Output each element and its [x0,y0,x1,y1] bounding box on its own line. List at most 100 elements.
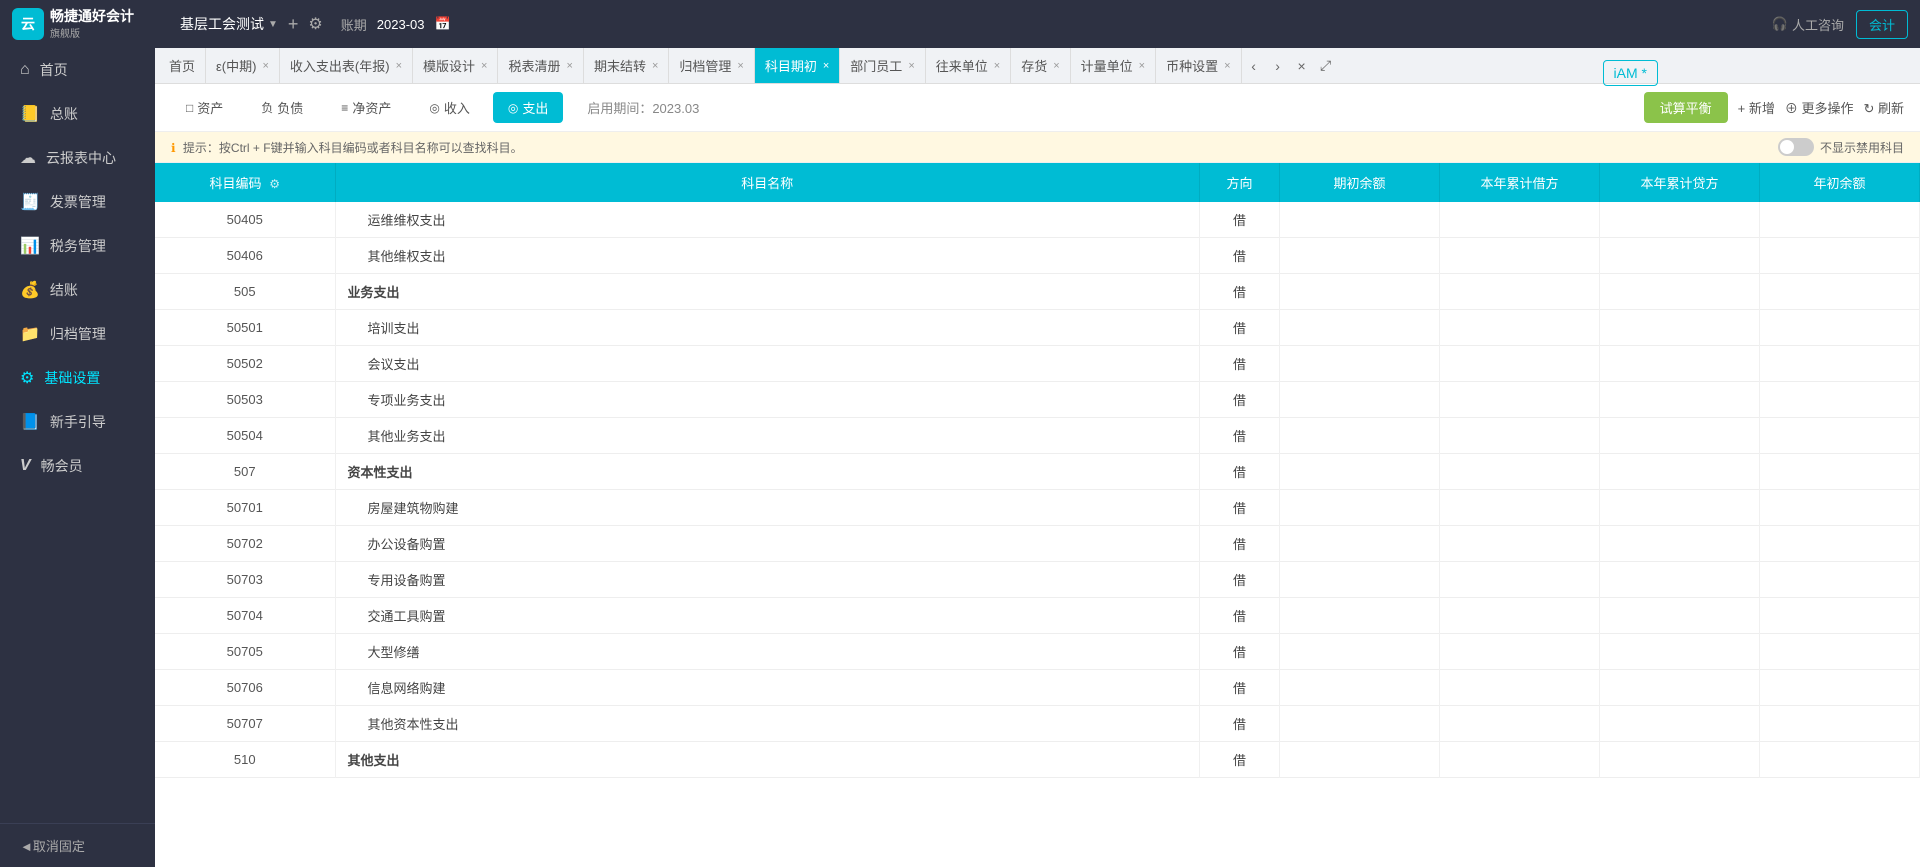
add-button[interactable]: + 新增 [1738,98,1775,117]
sidebar-item-basic-settings[interactable]: ⚙ 基础设置 [0,356,155,400]
table-row[interactable]: 505 业务支出 借 [155,274,1920,310]
tab-period-end[interactable]: 期末结转 × [584,48,669,84]
iam-badge: iAM * [1603,60,1658,86]
cell-opening-balance [1280,634,1440,670]
cell-direction: 借 [1200,562,1280,598]
filter-tab-liability[interactable]: 负 负债 [246,92,318,123]
close-icon[interactable]: × [652,60,658,72]
tab-template[interactable]: 模版设计 × [413,48,498,84]
header-right: 🎧 人工咨询 会计 [1772,10,1908,39]
table-row[interactable]: 50405 运维维权支出 借 [155,202,1920,238]
toggle-disabled-subjects[interactable]: 不显示禁用科目 [1778,138,1904,156]
company-dropdown-icon: ▼ [268,19,278,30]
close-icon[interactable]: × [994,60,1000,72]
table-row[interactable]: 510 其他支出 借 [155,742,1920,778]
cell-direction: 借 [1200,598,1280,634]
calendar-icon[interactable]: 📅 [435,16,451,32]
sidebar-item-settlement[interactable]: 💰 结账 [0,268,155,312]
table-row[interactable]: 50705 大型修缮 借 [155,634,1920,670]
table-row[interactable]: 507 资本性支出 借 [155,454,1920,490]
table-row[interactable]: 50703 专用设备购置 借 [155,562,1920,598]
table-row[interactable]: 50706 信息网络购建 借 [155,670,1920,706]
sidebar-item-home[interactable]: ⌂ 首页 [0,48,155,92]
sidebar-item-label: 归档管理 [50,324,106,344]
toggle-switch[interactable] [1778,138,1814,156]
table-row[interactable]: 50504 其他业务支出 借 [155,418,1920,454]
tab-tax-register[interactable]: 税表清册 × [498,48,583,84]
tab-mid-period[interactable]: ε(中期) × [206,48,280,84]
sidebar-item-member[interactable]: V 畅会员 [0,444,155,488]
sidebar-item-tax[interactable]: 📊 税务管理 [0,224,155,268]
close-icon[interactable]: × [737,60,743,72]
close-icon[interactable]: × [1224,60,1230,72]
table-row[interactable]: 50704 交通工具购置 借 [155,598,1920,634]
settings-icon[interactable]: ⚙ [308,14,322,34]
sidebar-item-invoice[interactable]: 🧾 发票管理 [0,180,155,224]
col-opening-balance: 期初余额 [1280,163,1440,202]
table-body: 50405 运维维权支出 借 50406 其他维权支出 借 505 业务支出 借… [155,202,1920,778]
tab-income-annual[interactable]: 收入支出表(年报) × [280,48,413,84]
tab-prev-button[interactable]: ‹ [1242,54,1266,78]
tab-next-button[interactable]: › [1266,54,1290,78]
close-icon[interactable]: × [396,60,402,72]
sidebar-item-cloud-report[interactable]: ☁ 云报表中心 [0,136,155,180]
calc-balance-button[interactable]: 试算平衡 [1644,92,1728,123]
close-icon[interactable]: × [1053,60,1059,72]
filter-tab-income[interactable]: ◎ 收入 [414,92,485,123]
sidebar-item-guide[interactable]: 📘 新手引导 [0,400,155,444]
close-icon[interactable]: × [823,60,829,72]
close-icon[interactable]: × [481,60,487,72]
cell-ytd-credit [1600,670,1760,706]
sidebar-item-archive[interactable]: 📁 归档管理 [0,312,155,356]
tab-archive[interactable]: 归档管理 × [669,48,754,84]
tab-dept-employee[interactable]: 部门员工 × [840,48,925,84]
cell-ytd-credit [1600,490,1760,526]
help-button[interactable]: 🎧 人工咨询 [1772,15,1844,34]
table-row[interactable]: 50501 培训支出 借 [155,310,1920,346]
tab-expand-button[interactable]: ⤢ [1314,54,1338,78]
add-company-button[interactable]: + [288,14,299,35]
cell-name: 其他资本性支出 [335,706,1200,742]
col-code: 科目编码 ⚙ [155,163,335,202]
table-row[interactable]: 50702 办公设备购置 借 [155,526,1920,562]
tab-inventory[interactable]: 存货 × [1011,48,1070,84]
close-icon[interactable]: × [1139,60,1145,72]
table-row[interactable]: 50502 会议支出 借 [155,346,1920,382]
tab-subject-init[interactable]: 科目期初 × [755,48,840,84]
cell-year-begin-balance [1760,418,1920,454]
cell-opening-balance [1280,490,1440,526]
refresh-button[interactable]: ↻ 刷新 [1863,98,1904,117]
col-settings-icon[interactable]: ⚙ [269,177,280,191]
collapse-label: ◄取消固定 [20,836,85,855]
close-icon[interactable]: × [262,60,268,72]
table-row[interactable]: 50707 其他资本性支出 借 [155,706,1920,742]
tab-close-all-button[interactable]: × [1290,54,1314,78]
cell-opening-balance [1280,202,1440,238]
cell-year-begin-balance [1760,202,1920,238]
tab-measure-unit[interactable]: 计量单位 × [1071,48,1156,84]
tab-home[interactable]: 首页 [159,48,206,84]
sidebar-item-ledger[interactable]: 📒 总账 [0,92,155,136]
close-icon[interactable]: × [908,60,914,72]
tab-currency[interactable]: 币种设置 × [1156,48,1241,84]
table-row[interactable]: 50406 其他维权支出 借 [155,238,1920,274]
cell-ytd-debit [1440,742,1600,778]
cell-direction: 借 [1200,238,1280,274]
cell-ytd-credit [1600,418,1760,454]
company-name[interactable]: 基层工会测试 ▼ [180,14,278,34]
cell-code: 50703 [155,562,335,598]
cell-opening-balance [1280,562,1440,598]
sidebar-collapse-button[interactable]: ◄取消固定 [0,823,155,867]
tab-contacts[interactable]: 往来单位 × [926,48,1011,84]
filter-tab-expense[interactable]: ◎ 支出 [493,92,564,123]
table-row[interactable]: 50503 专项业务支出 借 [155,382,1920,418]
home-icon: ⌂ [20,61,30,79]
account-button[interactable]: 会计 [1856,10,1908,39]
close-icon[interactable]: × [567,60,573,72]
tab-label: 部门员工 [850,56,902,75]
filter-tab-asset[interactable]: □ 资产 [171,92,238,123]
table-row[interactable]: 50701 房屋建筑物购建 借 [155,490,1920,526]
filter-tab-net-asset[interactable]: ≡ 净资产 [326,92,406,123]
more-actions-button[interactable]: ⊕ 更多操作 [1785,98,1854,117]
cell-opening-balance [1280,418,1440,454]
